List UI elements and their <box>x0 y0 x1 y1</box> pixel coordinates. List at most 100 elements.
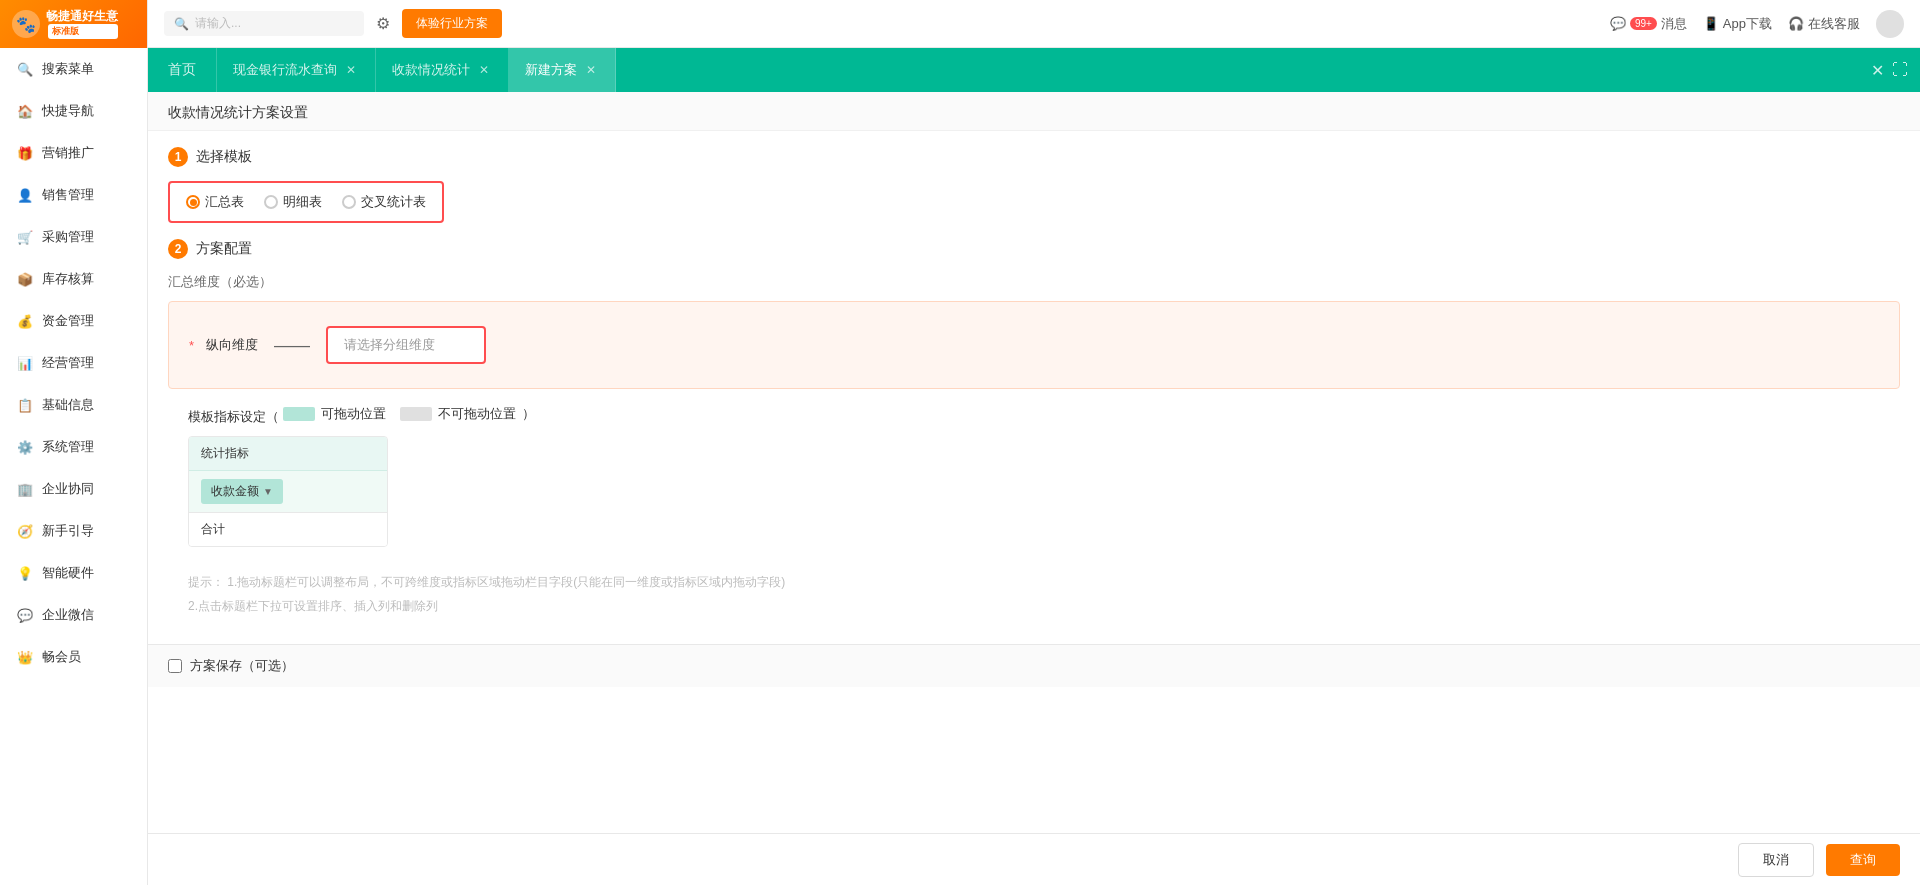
cancel-button[interactable]: 取消 <box>1738 843 1814 877</box>
sidebar-item-guide[interactable]: 🧭 新手引导 <box>0 510 147 552</box>
tab-new-plan-label: 新建方案 <box>525 61 577 79</box>
dimension-select[interactable]: 请选择分组维度 <box>326 326 486 364</box>
movable-legend-label: 可拖动位置 <box>321 405 386 423</box>
message-btn[interactable]: 💬 99+ 消息 <box>1610 15 1687 33</box>
sidebar-item-label: 销售管理 <box>42 186 94 204</box>
query-button[interactable]: 查询 <box>1826 844 1900 876</box>
tips-section: 提示： 1.拖动标题栏可以调整布局，不可跨维度或指标区域拖动栏目字段(只能在同一… <box>168 550 1900 628</box>
top-header: 🔍 请输入... ⚙ 体验行业方案 💬 99+ 消息 📱 App下载 🎧 在线客… <box>148 0 1920 48</box>
download-icon: 📱 <box>1703 16 1719 31</box>
radio-summary-label: 汇总表 <box>205 193 244 211</box>
dimension-box: * 纵向维度 —— 请选择分组维度 <box>168 301 1900 389</box>
radio-summary[interactable]: 汇总表 <box>186 193 244 211</box>
tab-home[interactable]: 首页 <box>148 48 217 92</box>
tab-new-plan-close[interactable]: ✕ <box>583 62 599 78</box>
sidebar-item-hardware[interactable]: 💡 智能硬件 <box>0 552 147 594</box>
sidebar-item-label: 资金管理 <box>42 312 94 330</box>
sidebar-item-label: 搜索菜单 <box>42 60 94 78</box>
section2-label: 方案配置 <box>196 240 252 258</box>
radio-cross[interactable]: 交叉统计表 <box>342 193 426 211</box>
page-header: 收款情况统计方案设置 <box>148 92 1920 131</box>
tab-close-all-btn[interactable]: ✕ <box>1871 61 1884 80</box>
message-label: 消息 <box>1661 15 1687 33</box>
enterprise-icon: 🏢 <box>16 480 34 498</box>
settings-icon[interactable]: ⚙ <box>376 14 390 33</box>
metrics-label: 模板指标设定（ 可拖动位置 不可拖动位置 ） <box>188 405 1880 426</box>
logo-badge: 标准版 <box>48 24 118 39</box>
sidebar-item-label: 营销推广 <box>42 144 94 162</box>
page-wrapper: 收款情况统计方案设置 1 选择模板 汇总表 <box>148 92 1920 833</box>
tab-bank-flow[interactable]: 现金银行流水查询 ✕ <box>217 48 376 92</box>
search-icon: 🔍 <box>16 60 34 78</box>
sidebar-item-marketing[interactable]: 🎁 营销推广 <box>0 132 147 174</box>
sidebar-item-label: 基础信息 <box>42 396 94 414</box>
metrics-section: 模板指标设定（ 可拖动位置 不可拖动位置 ） 统计指标 <box>168 405 1900 550</box>
radio-cross-label: 交叉统计表 <box>361 193 426 211</box>
metrics-total: 合计 <box>189 513 387 546</box>
sidebar-item-member[interactable]: 👑 畅会员 <box>0 636 147 678</box>
chevron-down-icon[interactable]: ▼ <box>263 486 273 497</box>
arrow-icon: —— <box>274 335 310 356</box>
radio-summary-circle <box>186 195 200 209</box>
user-avatar[interactable] <box>1876 10 1904 38</box>
sidebar-item-label: 快捷导航 <box>42 102 94 120</box>
gear-icon: ⚙️ <box>16 438 34 456</box>
section-template: 1 选择模板 汇总表 明细表 <box>148 131 1920 239</box>
metrics-item-label: 收款金额 <box>211 483 259 500</box>
tab-collection-stats-close[interactable]: ✕ <box>476 62 492 78</box>
footer-section: 方案保存（可选） <box>148 644 1920 687</box>
crown-icon: 👑 <box>16 648 34 666</box>
sidebar-item-label: 新手引导 <box>42 522 94 540</box>
tab-bank-flow-close[interactable]: ✕ <box>343 62 359 78</box>
app-download-label: App下载 <box>1723 15 1772 33</box>
template-selector: 汇总表 明细表 交叉统计表 <box>168 181 444 223</box>
sidebar-item-funds[interactable]: 💰 资金管理 <box>0 300 147 342</box>
sidebar-item-sales[interactable]: 👤 销售管理 <box>0 174 147 216</box>
sidebar-item-quick-nav[interactable]: 🏠 快捷导航 <box>0 90 147 132</box>
sidebar-item-system[interactable]: ⚙️ 系统管理 <box>0 426 147 468</box>
radio-summary-dot <box>190 199 197 206</box>
metrics-item-collection[interactable]: 收款金额 ▼ <box>201 479 283 504</box>
try-industry-btn[interactable]: 体验行业方案 <box>402 9 502 38</box>
dimension-row: * 纵向维度 —— 请选择分组维度 <box>189 326 1879 364</box>
section2-title: 2 方案配置 <box>168 239 1900 259</box>
section1-title: 1 选择模板 <box>168 147 1900 167</box>
money-icon: 💰 <box>16 312 34 330</box>
tip-1: 提示： 1.拖动标题栏可以调整布局，不可跨维度或指标区域拖动栏目字段(只能在同一… <box>188 570 1880 594</box>
guide-icon: 🧭 <box>16 522 34 540</box>
app-download-btn[interactable]: 📱 App下载 <box>1703 15 1772 33</box>
chart-icon: 📊 <box>16 354 34 372</box>
search-placeholder-text: 请输入... <box>195 15 241 32</box>
radio-detail[interactable]: 明细表 <box>264 193 322 211</box>
save-checkbox[interactable] <box>168 659 182 673</box>
sidebar-nav: 🔍 搜索菜单 🏠 快捷导航 🎁 营销推广 👤 销售管理 🛒 采购管理 📦 库存核… <box>0 48 147 885</box>
service-label: 在线客服 <box>1808 15 1860 33</box>
metrics-legend: 可拖动位置 不可拖动位置 ） <box>283 405 535 423</box>
section1-num: 1 <box>168 147 188 167</box>
sidebar-item-operations[interactable]: 📊 经营管理 <box>0 342 147 384</box>
metrics-label-close: ） <box>522 405 535 423</box>
tip-2: 2.点击标题栏下拉可设置排序、插入列和删除列 <box>188 594 1880 618</box>
box-icon: 📦 <box>16 270 34 288</box>
metrics-row: 收款金额 ▼ <box>189 471 387 513</box>
online-service-btn[interactable]: 🎧 在线客服 <box>1788 15 1860 33</box>
sidebar-item-search[interactable]: 🔍 搜索菜单 <box>0 48 147 90</box>
sidebar-item-purchase[interactable]: 🛒 采购管理 <box>0 216 147 258</box>
sidebar-item-enterprise[interactable]: 🏢 企业协同 <box>0 468 147 510</box>
tab-new-plan[interactable]: 新建方案 ✕ <box>509 48 616 92</box>
sidebar-item-label: 经营管理 <box>42 354 94 372</box>
vertical-dimension-label: 纵向维度 <box>206 336 258 354</box>
tab-collection-stats[interactable]: 收款情况统计 ✕ <box>376 48 509 92</box>
dimension-label-text: 汇总维度（必选） <box>168 274 272 289</box>
radio-detail-label: 明细表 <box>283 193 322 211</box>
gift-icon: 🎁 <box>16 144 34 162</box>
sidebar-item-basic-info[interactable]: 📋 基础信息 <box>0 384 147 426</box>
header-search[interactable]: 🔍 请输入... <box>164 11 364 36</box>
tab-expand-btn[interactable]: ⛶ <box>1892 61 1908 79</box>
sidebar-item-wechat[interactable]: 💬 企业微信 <box>0 594 147 636</box>
sidebar: 🐾 畅捷通好生意 标准版 🔍 搜索菜单 🏠 快捷导航 🎁 营销推广 👤 销售管理… <box>0 0 148 885</box>
sidebar-item-inventory[interactable]: 📦 库存核算 <box>0 258 147 300</box>
section2-num: 2 <box>168 239 188 259</box>
radio-detail-circle <box>264 195 278 209</box>
dimension-config-label: 汇总维度（必选） <box>168 273 1900 291</box>
